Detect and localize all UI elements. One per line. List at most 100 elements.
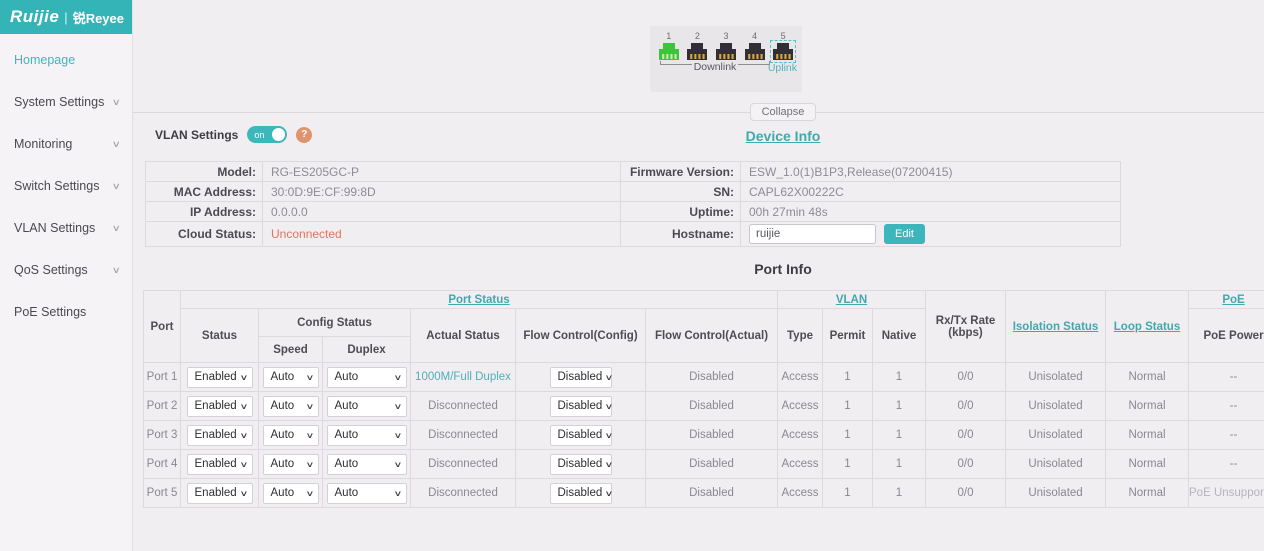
actual-status-value: Disconnected bbox=[411, 450, 516, 479]
col-header-config-status: Config Status bbox=[259, 309, 411, 337]
col-header-type: Type bbox=[778, 309, 823, 363]
sn-label: SN: bbox=[621, 182, 741, 202]
speed-select[interactable]: Auto ∨ bbox=[263, 425, 319, 446]
actual-status-value: Disconnected bbox=[411, 479, 516, 508]
poe-power-value: -- bbox=[1189, 450, 1264, 479]
brand-reyee: 锐Reyee bbox=[73, 8, 124, 27]
sidebar-item-qos-settings[interactable]: QoS Settings ∨ bbox=[0, 249, 132, 291]
status-select[interactable]: Enabled ∨ bbox=[187, 367, 253, 388]
uplink-label: Uplink bbox=[768, 62, 797, 74]
status-select[interactable]: Enabled ∨ bbox=[187, 425, 253, 446]
chevron-down-icon: ∨ bbox=[605, 373, 614, 382]
sidebar-item-switch-settings[interactable]: Switch Settings ∨ bbox=[0, 165, 132, 207]
rate-value: 0/0 bbox=[926, 450, 1006, 479]
ethernet-port-icon[interactable] bbox=[744, 42, 766, 61]
actual-status-value: 1000M/Full Duplex bbox=[411, 363, 516, 392]
downlink-label: Downlink bbox=[692, 61, 739, 73]
poe-power-value: -- bbox=[1189, 421, 1264, 450]
ethernet-port-icon[interactable] bbox=[686, 42, 708, 61]
sidebar-item-poe-settings[interactable]: PoE Settings ∨ bbox=[0, 291, 132, 333]
uptime-value: 00h 27min 48s bbox=[741, 202, 1121, 222]
flow-control-actual-value: Disabled bbox=[646, 363, 778, 392]
vlan-type-value: Access bbox=[778, 363, 823, 392]
vlan-type-value: Access bbox=[778, 421, 823, 450]
port-table-row: Port 3 Enabled ∨ Auto ∨ Auto ∨ Disconnec… bbox=[144, 421, 1264, 450]
duplex-select[interactable]: Auto ∨ bbox=[327, 483, 407, 504]
port-table-row: Port 5 Enabled ∨ Auto ∨ Auto ∨ Disconnec… bbox=[144, 479, 1264, 508]
port-diagram-panel: 1 2 3 bbox=[650, 26, 802, 92]
vlan-native-value: 1 bbox=[873, 421, 926, 450]
col-header-vlan: VLAN bbox=[778, 291, 926, 309]
loop-status-value: Normal bbox=[1106, 450, 1189, 479]
duplex-select[interactable]: Auto ∨ bbox=[327, 396, 407, 417]
flow-control-select[interactable]: Disabled ∨ bbox=[550, 425, 612, 446]
duplex-select[interactable]: Auto ∨ bbox=[327, 425, 407, 446]
flow-control-select[interactable]: Disabled ∨ bbox=[550, 454, 612, 475]
sidebar-item-monitoring[interactable]: Monitoring ∨ bbox=[0, 123, 132, 165]
chevron-down-icon: ∨ bbox=[112, 223, 121, 234]
sidebar-item-vlan-settings[interactable]: VLAN Settings ∨ bbox=[0, 207, 132, 249]
status-select[interactable]: Enabled ∨ bbox=[187, 454, 253, 475]
edit-hostname-button[interactable]: Edit bbox=[884, 224, 925, 244]
port-table-row: Port 1 Enabled ∨ Auto ∨ Auto ∨ 1000M/Ful… bbox=[144, 363, 1264, 392]
col-header-poe: PoE bbox=[1189, 291, 1264, 309]
chevron-down-icon: ∨ bbox=[112, 139, 121, 150]
chevron-down-icon: ∨ bbox=[112, 181, 121, 192]
firmware-label: Firmware Version: bbox=[621, 162, 741, 182]
loop-status-value: Normal bbox=[1106, 392, 1189, 421]
device-info-row: MAC Address: 30:0D:9E:CF:99:8D SN: CAPL6… bbox=[146, 182, 1121, 202]
isolation-status-value: Unisolated bbox=[1006, 450, 1106, 479]
port-label: Port 3 bbox=[144, 421, 181, 450]
chevron-down-icon: ∨ bbox=[393, 431, 402, 440]
duplex-select[interactable]: Auto ∨ bbox=[327, 367, 407, 388]
model-value: RG-ES205GC-P bbox=[263, 162, 621, 182]
speed-select[interactable]: Auto ∨ bbox=[263, 454, 319, 475]
col-header-native: Native bbox=[873, 309, 926, 363]
port-number: 2 bbox=[695, 31, 700, 42]
sidebar-item-system-settings[interactable]: System Settings ∨ bbox=[0, 81, 132, 123]
mac-label: MAC Address: bbox=[146, 182, 263, 202]
ethernet-port-icon[interactable] bbox=[772, 42, 794, 61]
collapse-button[interactable]: Collapse bbox=[750, 103, 816, 121]
duplex-select[interactable]: Auto ∨ bbox=[327, 454, 407, 475]
header-divider bbox=[133, 112, 1264, 113]
isolation-status-value: Unisolated bbox=[1006, 363, 1106, 392]
flow-control-actual-value: Disabled bbox=[646, 450, 778, 479]
speed-select[interactable]: Auto ∨ bbox=[263, 483, 319, 504]
chevron-down-icon: ∨ bbox=[305, 431, 314, 440]
actual-status-value: Disconnected bbox=[411, 392, 516, 421]
ethernet-port-icon[interactable] bbox=[658, 42, 680, 61]
port-number: 1 bbox=[666, 31, 671, 42]
device-info-row: Cloud Status: Unconnected Hostname: Edit bbox=[146, 222, 1121, 247]
vlan-native-value: 1 bbox=[873, 392, 926, 421]
port-table-row: Port 2 Enabled ∨ Auto ∨ Auto ∨ Disconnec… bbox=[144, 392, 1264, 421]
mac-value: 30:0D:9E:CF:99:8D bbox=[263, 182, 621, 202]
vlan-type-value: Access bbox=[778, 450, 823, 479]
chevron-down-icon: ∨ bbox=[605, 489, 614, 498]
flow-control-actual-value: Disabled bbox=[646, 479, 778, 508]
loop-status-value: Normal bbox=[1106, 421, 1189, 450]
ethernet-port-icon[interactable] bbox=[715, 42, 737, 61]
port-label: Port 4 bbox=[144, 450, 181, 479]
speed-select[interactable]: Auto ∨ bbox=[263, 396, 319, 417]
vlan-permit-value: 1 bbox=[823, 421, 873, 450]
speed-select[interactable]: Auto ∨ bbox=[263, 367, 319, 388]
chevron-down-icon: ∨ bbox=[239, 431, 248, 440]
col-header-flow-actual: Flow Control(Actual) bbox=[646, 309, 778, 363]
port-label: Port 2 bbox=[144, 392, 181, 421]
status-select[interactable]: Enabled ∨ bbox=[187, 483, 253, 504]
hostname-input[interactable] bbox=[749, 224, 876, 244]
vlan-type-value: Access bbox=[778, 392, 823, 421]
uptime-label: Uptime: bbox=[621, 202, 741, 222]
flow-control-select[interactable]: Disabled ∨ bbox=[550, 396, 612, 417]
col-header-loop: Loop Status bbox=[1106, 291, 1189, 363]
flow-control-select[interactable]: Disabled ∨ bbox=[550, 483, 612, 504]
flow-control-select[interactable]: Disabled ∨ bbox=[550, 367, 612, 388]
status-select[interactable]: Enabled ∨ bbox=[187, 396, 253, 417]
col-header-isolation: Isolation Status bbox=[1006, 291, 1106, 363]
chevron-down-icon: ∨ bbox=[605, 460, 614, 469]
chevron-down-icon: ∨ bbox=[112, 265, 121, 276]
firmware-value: ESW_1.0(1)B1P3,Release(07200415) bbox=[741, 162, 1121, 182]
model-label: Model: bbox=[146, 162, 263, 182]
sidebar-item-homepage[interactable]: Homepage ∨ bbox=[0, 39, 132, 81]
